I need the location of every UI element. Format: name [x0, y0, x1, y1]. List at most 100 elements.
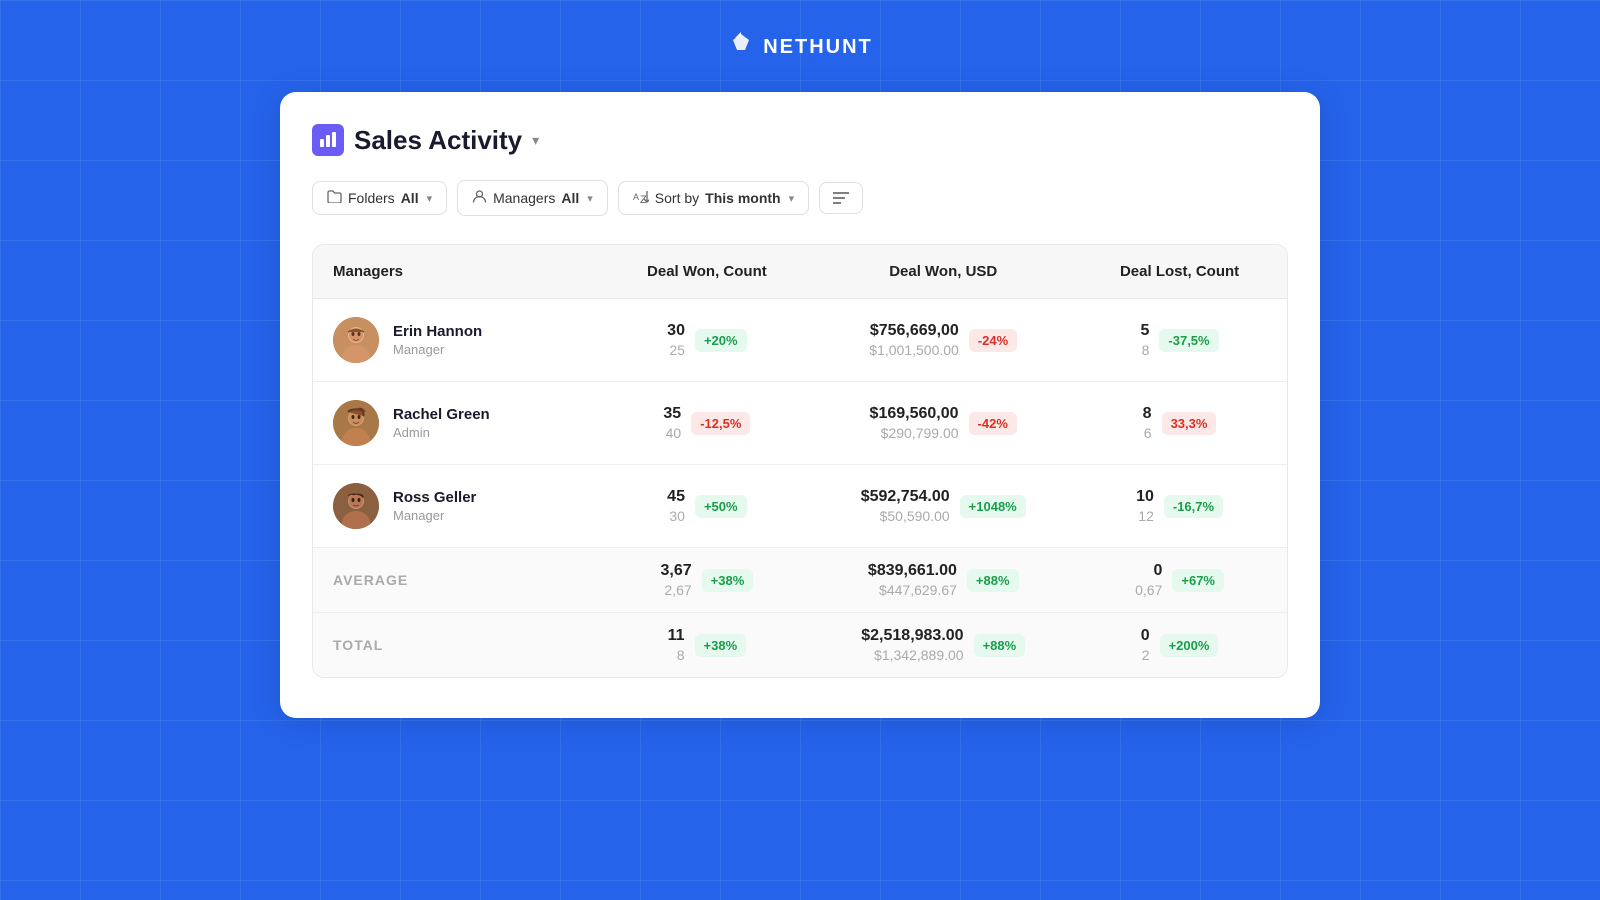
- table-row: Ross Geller Manager 45 30 +50% $592,754.…: [313, 465, 1287, 548]
- num-sub: $1,001,500.00: [869, 342, 959, 358]
- num-main: 0: [1141, 627, 1150, 645]
- total-usd-numbers: $2,518,983.00 $1,342,889.00: [861, 627, 963, 663]
- table-header: Managers Deal Won, Count Deal Won, USD D…: [313, 245, 1287, 299]
- average-label: AVERAGE: [313, 554, 599, 606]
- badge: +88%: [974, 634, 1026, 657]
- manager-name: Erin Hannon: [393, 323, 482, 340]
- total-deal-lost: 0 2 +200%: [1072, 613, 1287, 677]
- manager-info: Rachel Green Admin: [393, 406, 490, 440]
- col-header-managers: Managers: [313, 245, 599, 298]
- num-main: 11: [668, 627, 685, 645]
- col-header-deal-won-usd: Deal Won, USD: [814, 245, 1072, 298]
- average-lost-numbers: 0 0,67: [1135, 562, 1162, 598]
- sort-az-icon: A Z: [633, 190, 649, 206]
- table-row: Rachel Green Admin 35 40 -12,5% $169,560…: [313, 382, 1287, 465]
- deal-won-count-numbers: 30 25: [667, 322, 685, 358]
- total-deal-won-usd: $2,518,983.00 $1,342,889.00 +88%: [814, 613, 1072, 677]
- badge: -12,5%: [691, 412, 750, 435]
- deal-won-count-cell: 30 25 +20%: [599, 308, 814, 372]
- logo-icon: [727, 30, 755, 64]
- managers-filter[interactable]: Managers All ▾: [457, 180, 608, 216]
- num-main: $839,661.00: [868, 562, 957, 580]
- deal-won-count-numbers: 45 30: [667, 488, 685, 524]
- sort-filter[interactable]: A Z Sort by This month ▾: [618, 181, 809, 215]
- deal-lost-numbers: 8 6: [1143, 405, 1152, 441]
- manager-cell: Erin Hannon Manager: [313, 299, 599, 381]
- manager-name: Ross Geller: [393, 489, 476, 506]
- badge: -42%: [969, 412, 1017, 435]
- svg-text:A: A: [633, 192, 639, 202]
- sort-label: Sort by: [655, 190, 699, 206]
- avatar: [333, 400, 379, 446]
- manager-name: Rachel Green: [393, 406, 490, 423]
- title-dropdown-arrow[interactable]: ▾: [532, 132, 539, 149]
- badge: +50%: [695, 495, 747, 518]
- num-main: 35: [663, 405, 681, 423]
- num-main: 10: [1136, 488, 1154, 506]
- num-main: 5: [1141, 322, 1150, 340]
- manager-info: Erin Hannon Manager: [393, 323, 482, 357]
- deal-won-usd-numbers: $756,669,00 $1,001,500.00: [869, 322, 959, 358]
- deal-lost-numbers: 5 8: [1141, 322, 1150, 358]
- average-row: AVERAGE 3,67 2,67 +38% $839,661.00 $447,…: [313, 548, 1287, 613]
- total-label: TOTAL: [313, 619, 599, 671]
- num-main: 0: [1153, 562, 1162, 580]
- top-bar: NETHUNT: [727, 30, 873, 64]
- total-deal-won-count: 11 8 +38%: [599, 613, 814, 677]
- num-sub: 30: [669, 508, 685, 524]
- page-title: Sales Activity: [354, 125, 522, 156]
- managers-value: All: [561, 190, 579, 206]
- badge: -37,5%: [1159, 329, 1218, 352]
- sort-value: This month: [705, 190, 780, 206]
- avatar: [333, 317, 379, 363]
- main-card: Sales Activity ▾ Folders All ▾ Managers …: [280, 92, 1320, 718]
- sort-order-button[interactable]: [819, 182, 863, 214]
- manager-info: Ross Geller Manager: [393, 489, 476, 523]
- num-sub: $1,342,889.00: [874, 647, 964, 663]
- num-sub: 0,67: [1135, 582, 1162, 598]
- sales-table: Managers Deal Won, Count Deal Won, USD D…: [312, 244, 1288, 678]
- num-sub: $447,629.67: [879, 582, 957, 598]
- managers-chevron: ▾: [587, 192, 593, 205]
- num-sub: 25: [669, 342, 685, 358]
- average-deal-won-count: 3,67 2,67 +38%: [599, 548, 814, 612]
- folders-filter[interactable]: Folders All ▾: [312, 181, 447, 215]
- num-main: 45: [667, 488, 685, 506]
- num-main: 30: [667, 322, 685, 340]
- badge: +200%: [1160, 634, 1219, 657]
- sort-chevron: ▾: [789, 192, 795, 205]
- table-row: Erin Hannon Manager 30 25 +20% $756,669,…: [313, 299, 1287, 382]
- deal-won-count-numbers: 35 40: [663, 405, 681, 441]
- num-sub: $290,799.00: [881, 425, 959, 441]
- manager-cell: Ross Geller Manager: [313, 465, 599, 547]
- manager-role: Admin: [393, 425, 490, 440]
- folders-label: Folders: [348, 190, 395, 206]
- filter-bar: Folders All ▾ Managers All ▾ A Z: [312, 180, 1288, 216]
- avatar: [333, 483, 379, 529]
- total-row: TOTAL 11 8 +38% $2,518,983.00 $1,342,889…: [313, 613, 1287, 677]
- deal-lost-numbers: 10 12: [1136, 488, 1154, 524]
- deal-won-count-cell: 35 40 -12,5%: [599, 391, 814, 455]
- deal-lost-count-cell: 8 6 33,3%: [1072, 391, 1287, 455]
- badge: 33,3%: [1162, 412, 1217, 435]
- person-icon: [472, 189, 487, 207]
- deal-won-usd-numbers: $169,560,00 $290,799.00: [870, 405, 959, 441]
- num-sub: 6: [1144, 425, 1152, 441]
- num-main: $592,754.00: [861, 488, 950, 506]
- average-numbers: 3,67 2,67: [661, 562, 692, 598]
- badge: +67%: [1172, 569, 1224, 592]
- num-main: 8: [1143, 405, 1152, 423]
- deal-lost-count-cell: 10 12 -16,7%: [1072, 474, 1287, 538]
- folder-icon: [327, 190, 342, 206]
- num-sub: 8: [677, 647, 685, 663]
- num-sub: 2,67: [664, 582, 691, 598]
- deal-won-usd-cell: $756,669,00 $1,001,500.00 -24%: [814, 308, 1072, 372]
- manager-cell: Rachel Green Admin: [313, 382, 599, 464]
- deal-lost-count-cell: 5 8 -37,5%: [1072, 308, 1287, 372]
- average-usd-numbers: $839,661.00 $447,629.67: [868, 562, 957, 598]
- chart-icon: [312, 124, 344, 156]
- page-header: Sales Activity ▾: [312, 124, 1288, 156]
- total-numbers: 11 8: [668, 627, 685, 663]
- manager-role: Manager: [393, 342, 482, 357]
- badge: +38%: [695, 634, 747, 657]
